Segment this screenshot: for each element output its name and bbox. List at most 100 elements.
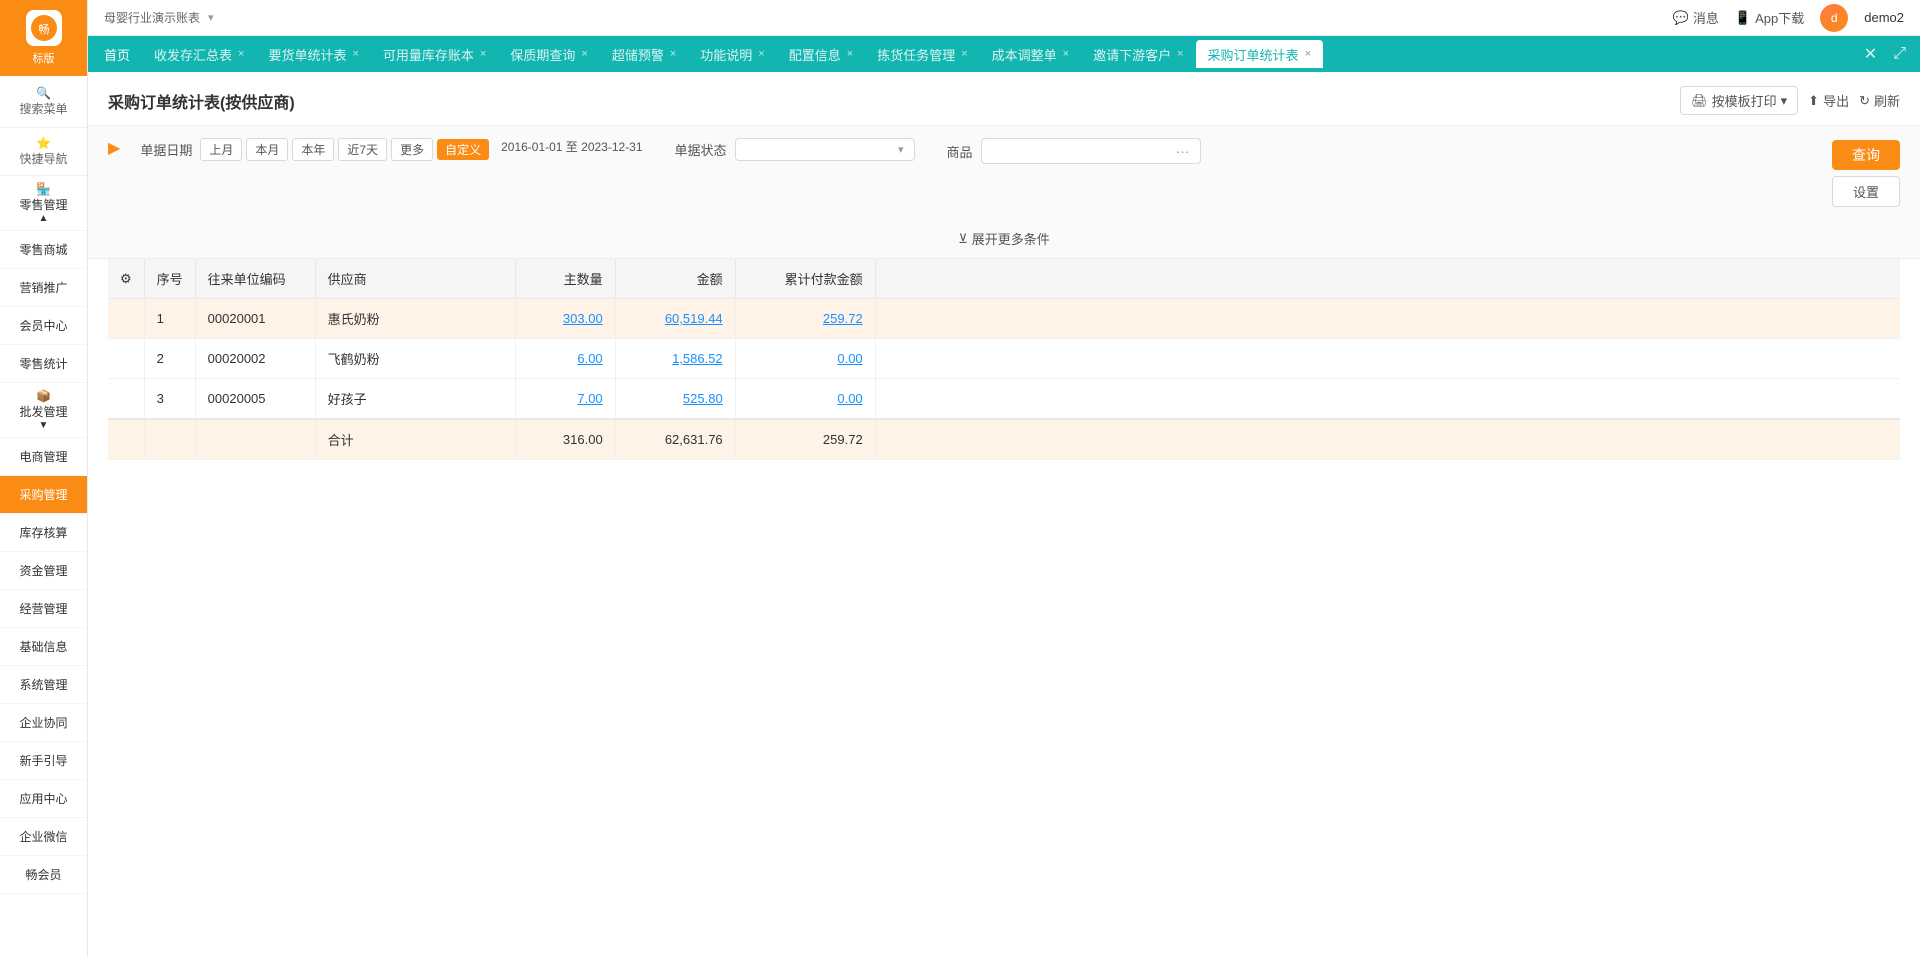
qty-link[interactable]: 6.00 [577, 351, 602, 366]
print-btn[interactable]: 🖨 按模板打印 ▾ [1680, 86, 1798, 115]
tab-close-icon[interactable]: × [1063, 48, 1069, 60]
expand-more-btn[interactable]: ⊻ 展开更多条件 [958, 229, 1050, 248]
goods-input[interactable]: ··· [981, 138, 1201, 164]
col-header-settings[interactable]: ⚙ [108, 259, 144, 299]
sidebar-item-wechat[interactable]: 企业微信 [0, 818, 87, 856]
tab-avail-label: 可用量库存账本 [383, 45, 474, 64]
filter-settings-btn[interactable]: 设置 [1832, 176, 1900, 207]
sidebar-item-quicknav[interactable]: ⭐ 快捷导航 [0, 128, 87, 176]
expand-down-icon: ⊻ [958, 231, 968, 247]
breadcrumb-dropdown-icon[interactable]: ▾ [208, 11, 214, 24]
sidebar-item-inventory[interactable]: 库存核算 [0, 514, 87, 552]
paid-link[interactable]: 0.00 [837, 351, 862, 366]
paid-link[interactable]: 0.00 [837, 391, 862, 406]
date-this-month-btn[interactable]: 本月 [246, 138, 288, 161]
tab-close-icon[interactable]: × [352, 48, 358, 60]
tab-close-icon[interactable]: × [1177, 48, 1183, 60]
sidebar-item-ecommerce[interactable]: 电商管理 [0, 438, 87, 476]
date-shortcuts: 上月 本月 本年 近7天 更多 自定义 [200, 138, 489, 161]
row-paid[interactable]: 259.72 [735, 299, 875, 339]
sidebar-item-marketing[interactable]: 营销推广 [0, 269, 87, 307]
status-select[interactable]: ▾ [735, 138, 915, 161]
row-supplier: 飞鹤奶粉 [315, 339, 515, 379]
refresh-btn[interactable]: ↻ 刷新 [1859, 91, 1900, 110]
sidebar-item-basic-info[interactable]: 基础信息 [0, 628, 87, 666]
sidebar-item-guide[interactable]: 新手引导 [0, 742, 87, 780]
amount-link[interactable]: 1,586.52 [672, 351, 723, 366]
sidebar-item-enterprise[interactable]: 企业协同 [0, 704, 87, 742]
date-more-btn[interactable]: 更多 [391, 138, 433, 161]
paid-link[interactable]: 259.72 [823, 311, 863, 326]
qty-link[interactable]: 303.00 [563, 311, 603, 326]
sidebar-item-purchase[interactable]: 采购管理 [0, 476, 87, 514]
wholesale-icon: 📦 [36, 389, 51, 403]
tab-cost-adjust[interactable]: 成本调整单 × [980, 40, 1081, 68]
qty-link[interactable]: 7.00 [577, 391, 602, 406]
app-download-btn[interactable]: 📱 App下载 [1735, 8, 1804, 27]
sidebar-item-member[interactable]: 会员中心 [0, 307, 87, 345]
tab-picking-task[interactable]: 拣货任务管理 × [865, 40, 979, 68]
footer-paid: 259.72 [735, 419, 875, 460]
sidebar-item-finance[interactable]: 资金管理 [0, 552, 87, 590]
message-btn[interactable]: 💬 消息 [1673, 8, 1719, 27]
date-7days-btn[interactable]: 近7天 [338, 138, 387, 161]
tab-active-close-icon[interactable]: × [1305, 48, 1311, 60]
print-dropdown-icon: ▾ [1781, 93, 1788, 109]
tab-close-icon[interactable]: × [480, 48, 486, 60]
tab-close-icon[interactable]: × [670, 48, 676, 60]
sidebar-item-operations[interactable]: 经营管理 [0, 590, 87, 628]
collapse-filter-btn[interactable]: ▶ [108, 138, 120, 158]
page-actions: 🖨 按模板打印 ▾ ⬆ 导出 ↻ 刷新 [1680, 86, 1900, 115]
refresh-icon: ↻ [1859, 93, 1870, 109]
row-qty[interactable]: 303.00 [515, 299, 615, 339]
date-this-year-btn[interactable]: 本年 [292, 138, 334, 161]
username[interactable]: demo2 [1864, 10, 1904, 25]
sidebar-item-appcenter[interactable]: 应用中心 [0, 780, 87, 818]
tab-close-icon[interactable]: × [758, 48, 764, 60]
tab-close-all-btn[interactable]: ✕ [1858, 42, 1883, 66]
sidebar-logo[interactable]: 畅 标版 [0, 0, 87, 76]
row-supplier: 好孩子 [315, 379, 515, 420]
footer-qty: 316.00 [515, 419, 615, 460]
tab-invite-customer[interactable]: 邀请下游客户 × [1081, 40, 1195, 68]
tab-home[interactable]: 首页 [92, 40, 142, 68]
row-amount[interactable]: 60,519.44 [615, 299, 735, 339]
sidebar-item-retail-mgmt[interactable]: 🏪 零售管理 ▲ [0, 176, 87, 231]
tab-close-icon[interactable]: × [847, 48, 853, 60]
user-avatar[interactable]: d [1820, 4, 1848, 32]
tab-config[interactable]: 配置信息 × [777, 40, 865, 68]
sidebar-retail-stats-label: 零售统计 [19, 355, 67, 372]
tab-close-icon[interactable]: × [581, 48, 587, 60]
row-paid[interactable]: 0.00 [735, 379, 875, 420]
row-amount[interactable]: 1,586.52 [615, 339, 735, 379]
tab-function-desc[interactable]: 功能说明 × [688, 40, 776, 68]
row-qty[interactable]: 6.00 [515, 339, 615, 379]
tab-order-stats[interactable]: 要货单统计表 × [256, 40, 370, 68]
query-btn[interactable]: 查询 [1832, 140, 1900, 170]
amount-link[interactable]: 60,519.44 [665, 311, 723, 326]
tab-close-icon[interactable]: × [961, 48, 967, 60]
row-amount[interactable]: 525.80 [615, 379, 735, 420]
sidebar-item-retail-stats[interactable]: 零售统计 [0, 345, 87, 383]
tab-available-inventory[interactable]: 可用量库存账本 × [371, 40, 498, 68]
sidebar-item-search[interactable]: 🔍 搜索菜单 [0, 76, 87, 128]
table-footer-row: 合计 316.00 62,631.76 259.72 [108, 419, 1900, 460]
amount-link[interactable]: 525.80 [683, 391, 723, 406]
logo-icon: 畅 [26, 10, 62, 46]
date-last-month-btn[interactable]: 上月 [200, 138, 242, 161]
sidebar-item-vip[interactable]: 畅会员 [0, 856, 87, 894]
row-paid[interactable]: 0.00 [735, 339, 875, 379]
tab-collection-summary[interactable]: 收发存汇总表 × [142, 40, 256, 68]
tab-expiry-query[interactable]: 保质期查询 × [498, 40, 599, 68]
table-header-row: ⚙ 序号 往来单位编码 供应商 主数量 金额 累计付款金额 [108, 259, 1900, 299]
sidebar-item-system[interactable]: 系统管理 [0, 666, 87, 704]
page-title: 采购订单统计表(按供应商) [108, 89, 295, 113]
tab-maximize-btn[interactable]: ⤢ [1887, 43, 1912, 65]
sidebar-item-retail-mall[interactable]: 零售商城 [0, 231, 87, 269]
tab-purchase-summary[interactable]: 采购订单统计表 × [1196, 40, 1323, 68]
tab-close-icon[interactable]: × [238, 48, 244, 60]
row-qty[interactable]: 7.00 [515, 379, 615, 420]
tab-overstock-warning[interactable]: 超储预警 × [600, 40, 688, 68]
sidebar-item-wholesale[interactable]: 📦 批发管理 ▼ [0, 383, 87, 438]
export-btn[interactable]: ⬆ 导出 [1808, 91, 1849, 110]
